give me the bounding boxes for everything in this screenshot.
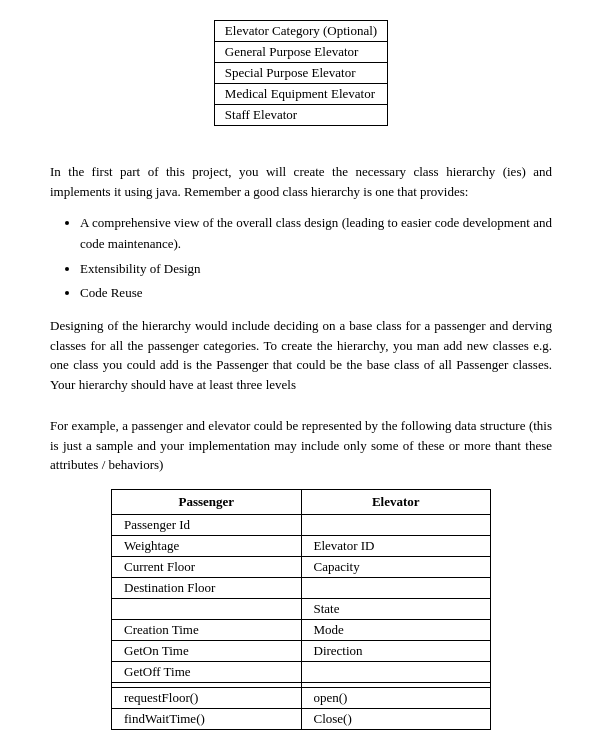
table-cell: [301, 661, 491, 682]
table-cell: Capacity: [301, 556, 491, 577]
table-header: Passenger: [112, 489, 302, 514]
table-cell: [301, 577, 491, 598]
table-cell: Creation Time: [112, 619, 302, 640]
table-cell: Mode: [301, 619, 491, 640]
table-cell: GetOff Time: [112, 661, 302, 682]
category-row: General Purpose Elevator: [214, 42, 387, 63]
table-cell: findWaitTime(): [112, 708, 302, 729]
category-table: Elevator Category (Optional)General Purp…: [214, 20, 388, 126]
category-row: Staff Elevator: [214, 105, 387, 126]
hierarchy-paragraph: Designing of the hierarchy would include…: [50, 316, 552, 394]
category-row: Special Purpose Elevator: [214, 63, 387, 84]
table-cell: open(): [301, 687, 491, 708]
intro-paragraph: In the first part of this project, you w…: [50, 162, 552, 201]
table-cell: Passenger Id: [112, 514, 302, 535]
data-table-wrapper: PassengerElevator Passenger IdWeightageE…: [50, 489, 552, 730]
table-header: Elevator: [301, 489, 491, 514]
table-cell: Direction: [301, 640, 491, 661]
bullet-item: A comprehensive view of the overall clas…: [80, 213, 552, 255]
table-cell: [301, 514, 491, 535]
table-cell: Weightage: [112, 535, 302, 556]
table-cell: requestFloor(): [112, 687, 302, 708]
table-cell: Elevator ID: [301, 535, 491, 556]
table-cell: Current Floor: [112, 556, 302, 577]
data-table: PassengerElevator Passenger IdWeightageE…: [111, 489, 491, 730]
table-cell: GetOn Time: [112, 640, 302, 661]
bullet-list: A comprehensive view of the overall clas…: [80, 213, 552, 304]
bullet-item: Extensibility of Design: [80, 259, 552, 280]
table-cell: State: [301, 598, 491, 619]
table-cell: [112, 598, 302, 619]
category-row: Medical Equipment Elevator: [214, 84, 387, 105]
table-cell: Destination Floor: [112, 577, 302, 598]
table-cell: Close(): [301, 708, 491, 729]
category-row: Elevator Category (Optional): [214, 21, 387, 42]
example-paragraph: For example, a passenger and elevator co…: [50, 416, 552, 475]
bullet-item: Code Reuse: [80, 283, 552, 304]
